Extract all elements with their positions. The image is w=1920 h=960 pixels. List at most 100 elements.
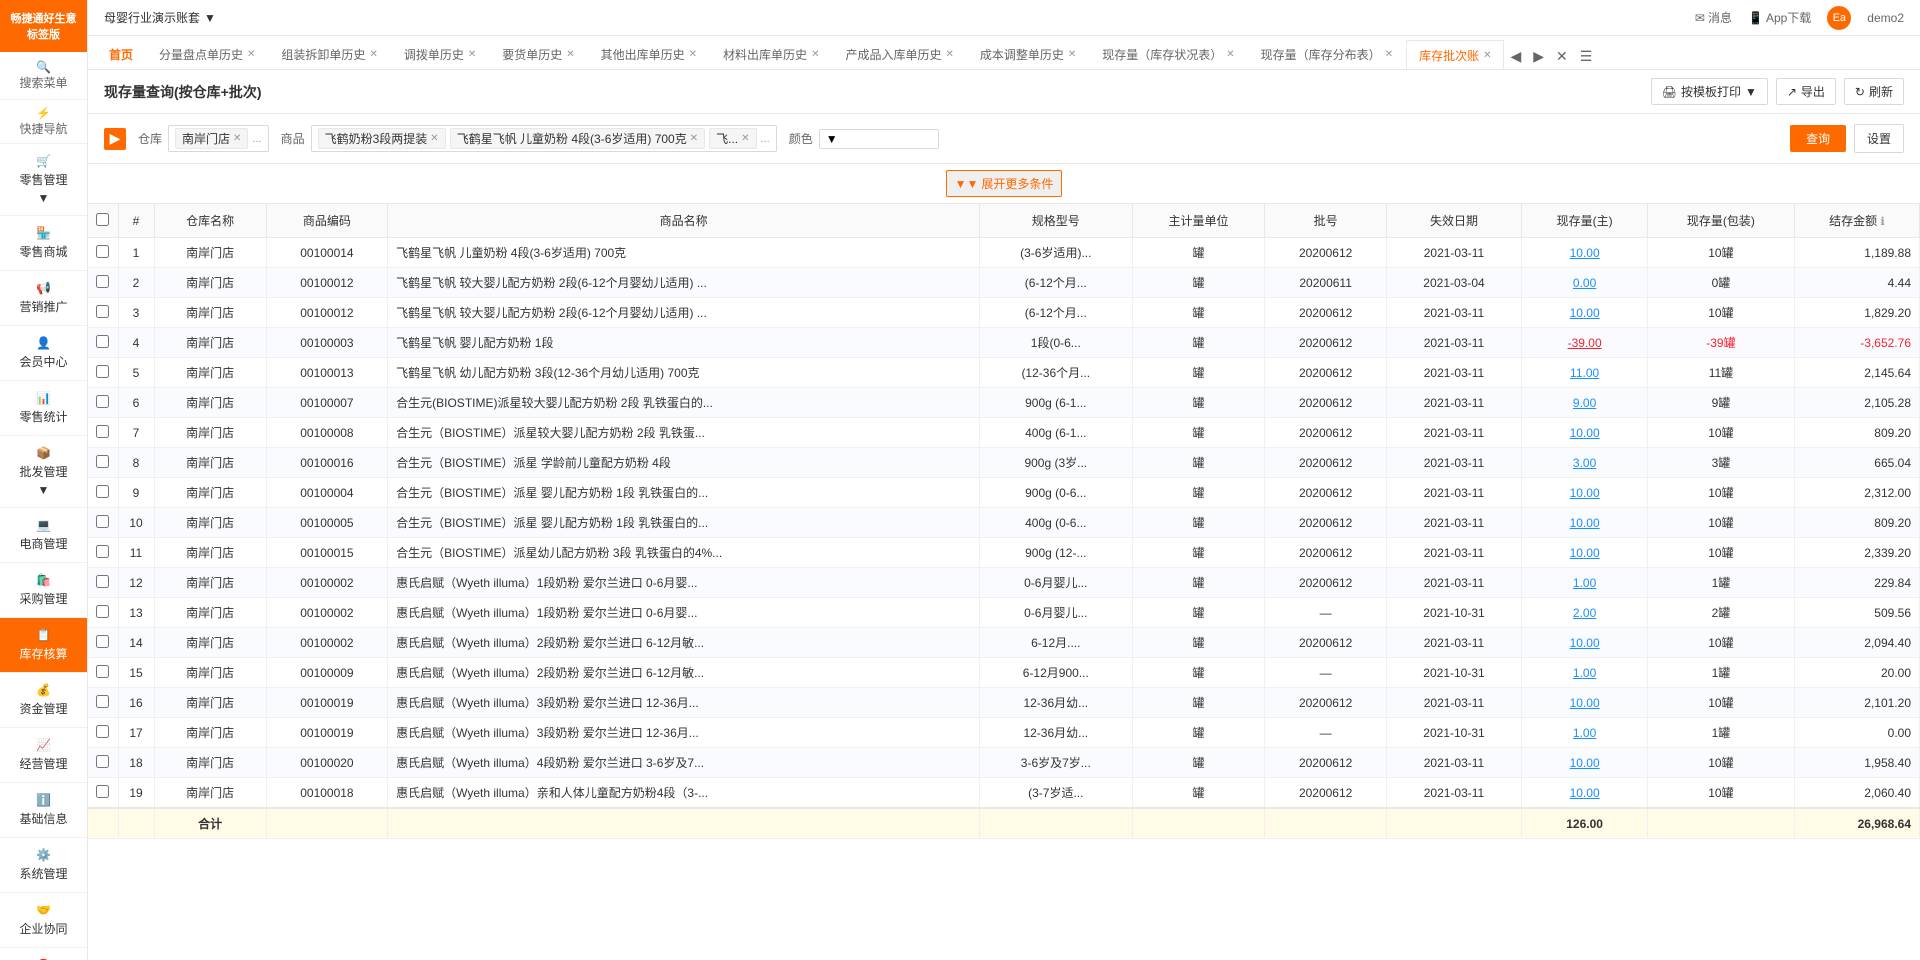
- cell-qty[interactable]: 2.00: [1522, 598, 1648, 628]
- sidebar-item-retail[interactable]: 🛒 零售管理 ▼: [0, 144, 87, 216]
- print-btn[interactable]: 🖨 按模板打印 ▼: [1651, 78, 1768, 105]
- cell-qty[interactable]: 10.00: [1522, 688, 1648, 718]
- cell-qty[interactable]: 1.00: [1522, 658, 1648, 688]
- cell-check[interactable]: [88, 328, 118, 358]
- product-tag-group[interactable]: 飞鹤奶粉3段两提装 ✕ 飞鹤星飞帆 儿童奶粉 4段(3-6岁适用) 700克 ✕…: [311, 125, 777, 152]
- tab-splitcount[interactable]: 分量盘点单历史 ✕: [146, 39, 268, 69]
- tab-home[interactable]: 首页: [96, 39, 146, 69]
- cell-check[interactable]: [88, 778, 118, 809]
- cell-qty[interactable]: 10.00: [1522, 478, 1648, 508]
- sidebar-item-purchase[interactable]: 🛍️ 采购管理: [0, 563, 87, 618]
- sidebar-item-system[interactable]: ⚙️ 系统管理: [0, 838, 87, 893]
- sidebar-item-guide[interactable]: 🎯 新手引导: [0, 948, 87, 960]
- cell-check[interactable]: [88, 688, 118, 718]
- color-input[interactable]: ▼: [819, 129, 939, 149]
- cell-qty[interactable]: 1.00: [1522, 718, 1648, 748]
- tab-finishedin[interactable]: 产成品入库单历史 ✕: [832, 39, 966, 69]
- row-checkbox[interactable]: [96, 275, 109, 288]
- row-checkbox[interactable]: [96, 605, 109, 618]
- tab-close-batchledger[interactable]: ✕: [1483, 50, 1491, 61]
- row-checkbox[interactable]: [96, 245, 109, 258]
- cell-qty[interactable]: 0.00: [1522, 268, 1648, 298]
- account-selector[interactable]: 母婴行业演示账套 ▼: [104, 9, 216, 26]
- cell-qty[interactable]: 10.00: [1522, 748, 1648, 778]
- cell-check[interactable]: [88, 748, 118, 778]
- cell-qty[interactable]: 3.00: [1522, 448, 1648, 478]
- cell-qty[interactable]: 11.00: [1522, 358, 1648, 388]
- row-checkbox[interactable]: [96, 545, 109, 558]
- select-all-checkbox[interactable]: [96, 213, 109, 226]
- product-tag-3-close[interactable]: ✕: [741, 133, 749, 144]
- row-checkbox[interactable]: [96, 455, 109, 468]
- row-checkbox[interactable]: [96, 305, 109, 318]
- row-checkbox[interactable]: [96, 395, 109, 408]
- query-btn[interactable]: 查询: [1790, 125, 1846, 152]
- user-avatar[interactable]: Ea: [1827, 6, 1851, 30]
- table-container[interactable]: # 仓库名称 商品编码 商品名称 规格型号 主计量单位 批号 失效日期 现存量(…: [88, 204, 1920, 960]
- sidebar-item-basicinfo[interactable]: ℹ️ 基础信息: [0, 783, 87, 838]
- tab-transfer[interactable]: 调拨单历史 ✕: [391, 39, 489, 69]
- tab-close-splitcount[interactable]: ✕: [247, 49, 255, 60]
- row-checkbox[interactable]: [96, 485, 109, 498]
- row-checkbox[interactable]: [96, 515, 109, 528]
- message-btn[interactable]: ✉ 消息: [1695, 9, 1732, 26]
- tab-close-materialout[interactable]: ✕: [811, 49, 819, 60]
- tab-close-otherout[interactable]: ✕: [689, 49, 697, 60]
- row-checkbox[interactable]: [96, 725, 109, 738]
- sidebar-item-member[interactable]: 👤 会员中心: [0, 326, 87, 381]
- warehouse-tag-group[interactable]: 南岸门店 ✕ ...: [168, 125, 269, 152]
- tabs-prev-btn[interactable]: ◀: [1504, 44, 1527, 69]
- tab-close-disassemble[interactable]: ✕: [369, 49, 377, 60]
- sidebar-item-wholesale[interactable]: 📦 批发管理 ▼: [0, 436, 87, 508]
- tab-costadjust[interactable]: 成本调整单历史 ✕: [967, 39, 1089, 69]
- tab-requisition[interactable]: 要货单历史 ✕: [489, 39, 587, 69]
- cell-check[interactable]: [88, 628, 118, 658]
- sidebar-item-collab[interactable]: 🤝 企业协同: [0, 893, 87, 948]
- cell-qty[interactable]: 10.00: [1522, 508, 1648, 538]
- cell-check[interactable]: [88, 508, 118, 538]
- col-check-header[interactable]: [88, 204, 118, 238]
- cell-check[interactable]: [88, 268, 118, 298]
- cell-check[interactable]: [88, 538, 118, 568]
- cell-check[interactable]: [88, 358, 118, 388]
- amount-info-icon[interactable]: ℹ: [1880, 216, 1884, 228]
- sidebar-item-marketing[interactable]: 📢 营销推广: [0, 271, 87, 326]
- sidebar-item-quicknav[interactable]: ⚡ 快捷导航: [0, 100, 87, 144]
- row-checkbox[interactable]: [96, 575, 109, 588]
- tab-stockdist[interactable]: 现存量（库存分布表） ✕: [1248, 39, 1406, 69]
- cell-qty[interactable]: 10.00: [1522, 298, 1648, 328]
- sidebar-item-management[interactable]: 📈 经营管理: [0, 728, 87, 783]
- cell-check[interactable]: [88, 568, 118, 598]
- username[interactable]: demo2: [1867, 11, 1904, 25]
- cell-check[interactable]: [88, 478, 118, 508]
- expand-more-btn[interactable]: ▼▼ 展开更多条件: [946, 170, 1063, 197]
- row-checkbox[interactable]: [96, 635, 109, 648]
- cell-check[interactable]: [88, 448, 118, 478]
- sidebar-item-finance[interactable]: 💰 资金管理: [0, 673, 87, 728]
- cell-check[interactable]: [88, 388, 118, 418]
- tab-close-stockdist[interactable]: ✕: [1385, 49, 1393, 60]
- app-download-btn[interactable]: 📱 App下载: [1748, 9, 1811, 26]
- tab-close-stockstatus[interactable]: ✕: [1226, 49, 1234, 60]
- row-checkbox[interactable]: [96, 755, 109, 768]
- cell-check[interactable]: [88, 598, 118, 628]
- row-checkbox[interactable]: [96, 425, 109, 438]
- tabs-close-btn[interactable]: ✕: [1550, 44, 1574, 69]
- cell-qty[interactable]: 10.00: [1522, 418, 1648, 448]
- row-checkbox[interactable]: [96, 695, 109, 708]
- tabs-next-btn[interactable]: ▶: [1527, 44, 1550, 69]
- tab-close-requisition[interactable]: ✕: [566, 49, 574, 60]
- cell-qty[interactable]: -39.00: [1522, 328, 1648, 358]
- product-tag-2-close[interactable]: ✕: [690, 133, 698, 144]
- tab-batchledger[interactable]: 库存批次账 ✕: [1406, 40, 1504, 70]
- cell-qty[interactable]: 1.00: [1522, 568, 1648, 598]
- sidebar-item-ecommerce[interactable]: 💻 电商管理: [0, 508, 87, 563]
- tab-close-transfer[interactable]: ✕: [468, 49, 476, 60]
- row-checkbox[interactable]: [96, 785, 109, 798]
- row-checkbox[interactable]: [96, 365, 109, 378]
- refresh-btn[interactable]: ↻ 刷新: [1844, 78, 1904, 105]
- cell-qty[interactable]: 10.00: [1522, 628, 1648, 658]
- cell-check[interactable]: [88, 718, 118, 748]
- sidebar-item-retailshop[interactable]: 🏪 零售商城: [0, 216, 87, 271]
- tab-stockstatus[interactable]: 现存量（库存状况表） ✕: [1089, 39, 1247, 69]
